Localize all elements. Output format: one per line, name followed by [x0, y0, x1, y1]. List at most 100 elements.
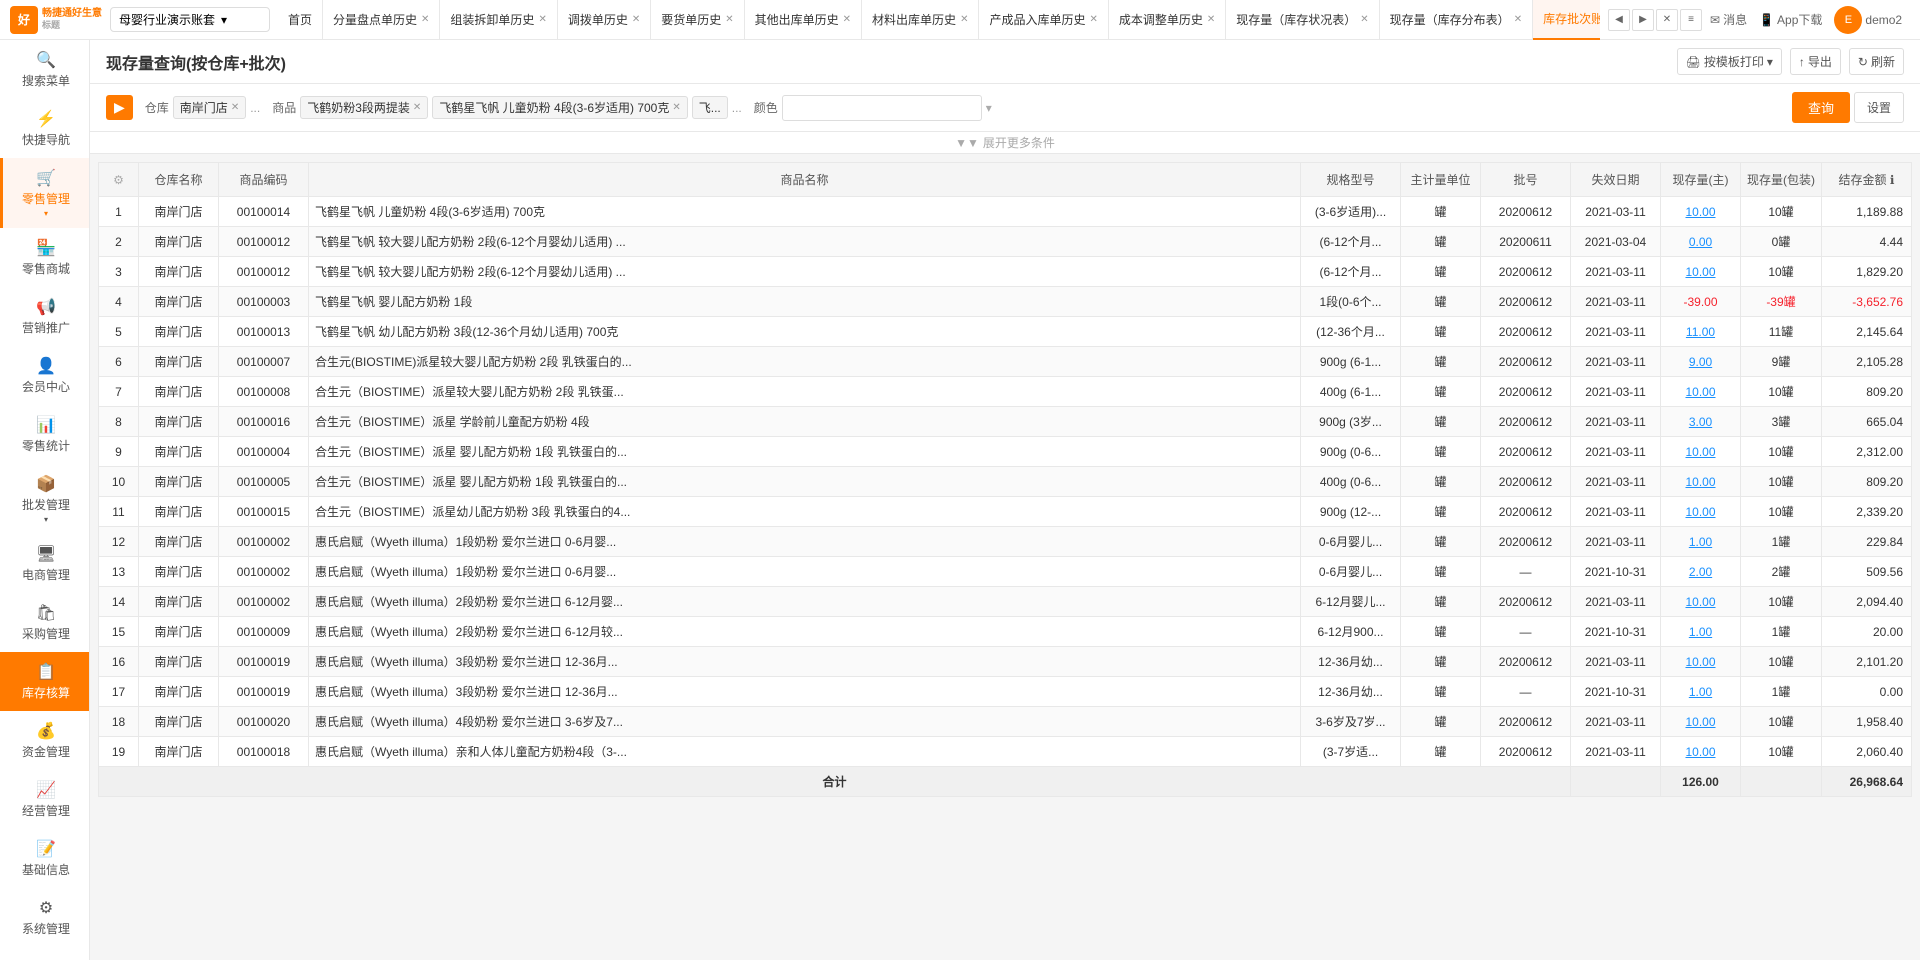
sidebar-item-快捷导航[interactable]: ⚡ 快捷导航 — [0, 99, 89, 158]
row-idx: 7 — [99, 377, 139, 407]
row-stock-main[interactable]: 11.00 — [1661, 317, 1741, 347]
nav-tab-首页[interactable]: 首页 — [278, 0, 323, 40]
row-stock-main[interactable]: 9.00 — [1661, 347, 1741, 377]
close-tab-icon[interactable]: ✕ — [421, 14, 429, 25]
nav-tab-label: 调拨单历史 — [568, 11, 628, 28]
close-tab-icon[interactable]: ✕ — [538, 14, 546, 25]
th-settings[interactable]: ⚙ — [99, 163, 139, 197]
warehouse-more[interactable]: ... — [250, 101, 260, 115]
row-stock-main[interactable]: 10.00 — [1661, 437, 1741, 467]
sidebar-item-基础信息[interactable]: 📝 基础信息 — [0, 829, 89, 888]
row-stock-main[interactable]: 10.00 — [1661, 497, 1741, 527]
sidebar-label: 零售统计 — [22, 437, 70, 454]
row-stock-main[interactable]: -39.00 — [1661, 287, 1741, 317]
tab-menu-btn[interactable]: ≡ — [1680, 9, 1702, 31]
refresh-btn[interactable]: ↻ 刷新 — [1849, 48, 1904, 75]
sidebar-item-电商管理[interactable]: 🖥 电商管理 — [0, 534, 89, 593]
messages-label: 消息 — [1723, 11, 1747, 28]
color-input[interactable] — [782, 95, 982, 121]
sidebar-item-库存核算[interactable]: 📋 库存核算 — [0, 652, 89, 711]
sidebar-icon: 🏪 — [36, 238, 56, 258]
close-tab-icon[interactable]: ✕ — [1089, 14, 1097, 25]
tab-prev-btn[interactable]: ◀ — [1608, 9, 1630, 31]
industry-selector[interactable]: 母婴行业演示账套 ▾ — [110, 7, 270, 32]
product-tag: 飞鹤星飞帆 儿童奶粉 4段(3-6岁适用) 700克✕ — [432, 96, 687, 119]
remove-product-tag[interactable]: ✕ — [413, 102, 421, 113]
nav-tab-调拨单历史[interactable]: 调拨单历史 ✕ — [558, 0, 651, 40]
row-stock-main[interactable]: 10.00 — [1661, 647, 1741, 677]
nav-tab-分量盘点单历史[interactable]: 分量盘点单历史 ✕ — [323, 0, 440, 40]
row-idx: 18 — [99, 707, 139, 737]
close-tab-icon[interactable]: ✕ — [632, 14, 640, 25]
close-tab-icon[interactable]: ✕ — [725, 14, 733, 25]
close-tab-icon[interactable]: ✕ — [1360, 14, 1368, 25]
row-stock-main[interactable]: 10.00 — [1661, 467, 1741, 497]
nav-tab-成本调整单历史[interactable]: 成本调整单历史 ✕ — [1109, 0, 1226, 40]
sidebar-item-零售管理[interactable]: 🛒 零售管理 ▾ — [0, 158, 89, 228]
row-spec: 1段(0-6个... — [1301, 287, 1401, 317]
data-table: ⚙ 仓库名称 商品编码 商品名称 规格型号 主计量单位 批号 失效日期 现存量(… — [98, 162, 1912, 797]
nav-tab-现存量（库存分布表）[interactable]: 现存量（库存分布表） ✕ — [1380, 0, 1533, 40]
nav-tab-label: 要货单历史 — [661, 11, 721, 28]
table-row: 19 南岸门店 00100018 惠氏启赋（Wyeth illuma）亲和人体儿… — [99, 737, 1912, 767]
close-tab-icon[interactable]: ✕ — [843, 14, 851, 25]
row-warehouse: 南岸门店 — [139, 467, 219, 497]
nav-tab-其他出库单历史[interactable]: 其他出库单历史 ✕ — [745, 0, 862, 40]
tab-next-btn[interactable]: ▶ — [1632, 9, 1654, 31]
remove-warehouse-tag[interactable]: ✕ — [231, 102, 239, 113]
nav-tab-要货单历史[interactable]: 要货单历史 ✕ — [651, 0, 744, 40]
sidebar-item-会员中心[interactable]: 👤 会员中心 — [0, 346, 89, 405]
query-btn[interactable]: 查询 — [1792, 92, 1850, 123]
nav-tab-产成品入库单历史[interactable]: 产成品入库单历史 ✕ — [979, 0, 1108, 40]
row-stock-main[interactable]: 2.00 — [1661, 557, 1741, 587]
sidebar-item-营销推广[interactable]: 📢 营销推广 — [0, 287, 89, 346]
export-btn[interactable]: ↑ 导出 — [1790, 48, 1841, 75]
row-batch: 20200612 — [1481, 527, 1571, 557]
page-title: 现存量查询(按仓库+批次) — [106, 50, 286, 74]
sidebar-item-企业协同[interactable]: 🤝 企业协同 — [0, 947, 89, 960]
sidebar-item-采购管理[interactable]: 🛍 采购管理 — [0, 593, 89, 652]
row-stock-main[interactable]: 1.00 — [1661, 527, 1741, 557]
sidebar-item-系统管理[interactable]: ⚙ 系统管理 — [0, 888, 89, 947]
app-download-btn[interactable]: 📱 App下载 — [1759, 11, 1822, 28]
template-print-btn[interactable]: 🖨 按模板打印 ▾ — [1677, 48, 1782, 75]
close-tab-icon[interactable]: ✕ — [960, 14, 968, 25]
row-spec: 6-12月900... — [1301, 617, 1401, 647]
row-expire: 2021-03-11 — [1571, 377, 1661, 407]
nav-tab-组装拆卸单历史[interactable]: 组装拆卸单历史 ✕ — [440, 0, 557, 40]
settings-btn[interactable]: 设置 — [1854, 92, 1904, 123]
row-stock-main[interactable]: 10.00 — [1661, 707, 1741, 737]
row-stock-main[interactable]: 10.00 — [1661, 377, 1741, 407]
expand-more-row[interactable]: ▼▼ 展开更多条件 — [90, 132, 1920, 154]
remove-product-tag[interactable]: ✕ — [672, 102, 680, 113]
row-stock-main[interactable]: 10.00 — [1661, 737, 1741, 767]
row-stock-main[interactable]: 3.00 — [1661, 407, 1741, 437]
row-stock-pack: 11罐 — [1741, 317, 1822, 347]
sidebar-item-零售统计[interactable]: 📊 零售统计 — [0, 405, 89, 464]
row-stock-main[interactable]: 1.00 — [1661, 677, 1741, 707]
sidebar-item-经营管理[interactable]: 📈 经营管理 — [0, 770, 89, 829]
sidebar-item-搜索菜单[interactable]: 🔍 搜索菜单 — [0, 40, 89, 99]
row-stock-main[interactable]: 10.00 — [1661, 587, 1741, 617]
nav-tab-库存批次账[interactable]: 库存批次账 ✕ — [1533, 0, 1600, 40]
sidebar-item-资金管理[interactable]: 💰 资金管理 — [0, 711, 89, 770]
row-warehouse: 南岸门店 — [139, 707, 219, 737]
tab-close-btn[interactable]: ✕ — [1656, 9, 1678, 31]
nav-tab-现存量（库存状况表）[interactable]: 现存量（库存状况表） ✕ — [1226, 0, 1379, 40]
filter-expand-btn[interactable]: ▶ — [106, 95, 133, 120]
row-stock-main[interactable]: 10.00 — [1661, 197, 1741, 227]
row-stock-main[interactable]: 1.00 — [1661, 617, 1741, 647]
sidebar-item-批发管理[interactable]: 📦 批发管理 ▾ — [0, 464, 89, 534]
close-tab-icon[interactable]: ✕ — [1514, 14, 1522, 25]
product-more[interactable]: ... — [732, 101, 742, 115]
sidebar-label: 快捷导航 — [22, 131, 70, 148]
row-stock-main[interactable]: 0.00 — [1661, 227, 1741, 257]
user-profile[interactable]: E demo2 — [1834, 6, 1902, 34]
row-stock-main[interactable]: 10.00 — [1661, 257, 1741, 287]
messages-btn[interactable]: ✉ 消息 — [1710, 11, 1747, 28]
sidebar-item-零售商城[interactable]: 🏪 零售商城 — [0, 228, 89, 287]
close-tab-icon[interactable]: ✕ — [1207, 14, 1215, 25]
table-row: 5 南岸门店 00100013 飞鹤星飞帆 幼儿配方奶粉 3段(12-36个月幼… — [99, 317, 1912, 347]
industry-label: 母婴行业演示账套 — [119, 11, 215, 28]
nav-tab-材料出库单历史[interactable]: 材料出库单历史 ✕ — [862, 0, 979, 40]
